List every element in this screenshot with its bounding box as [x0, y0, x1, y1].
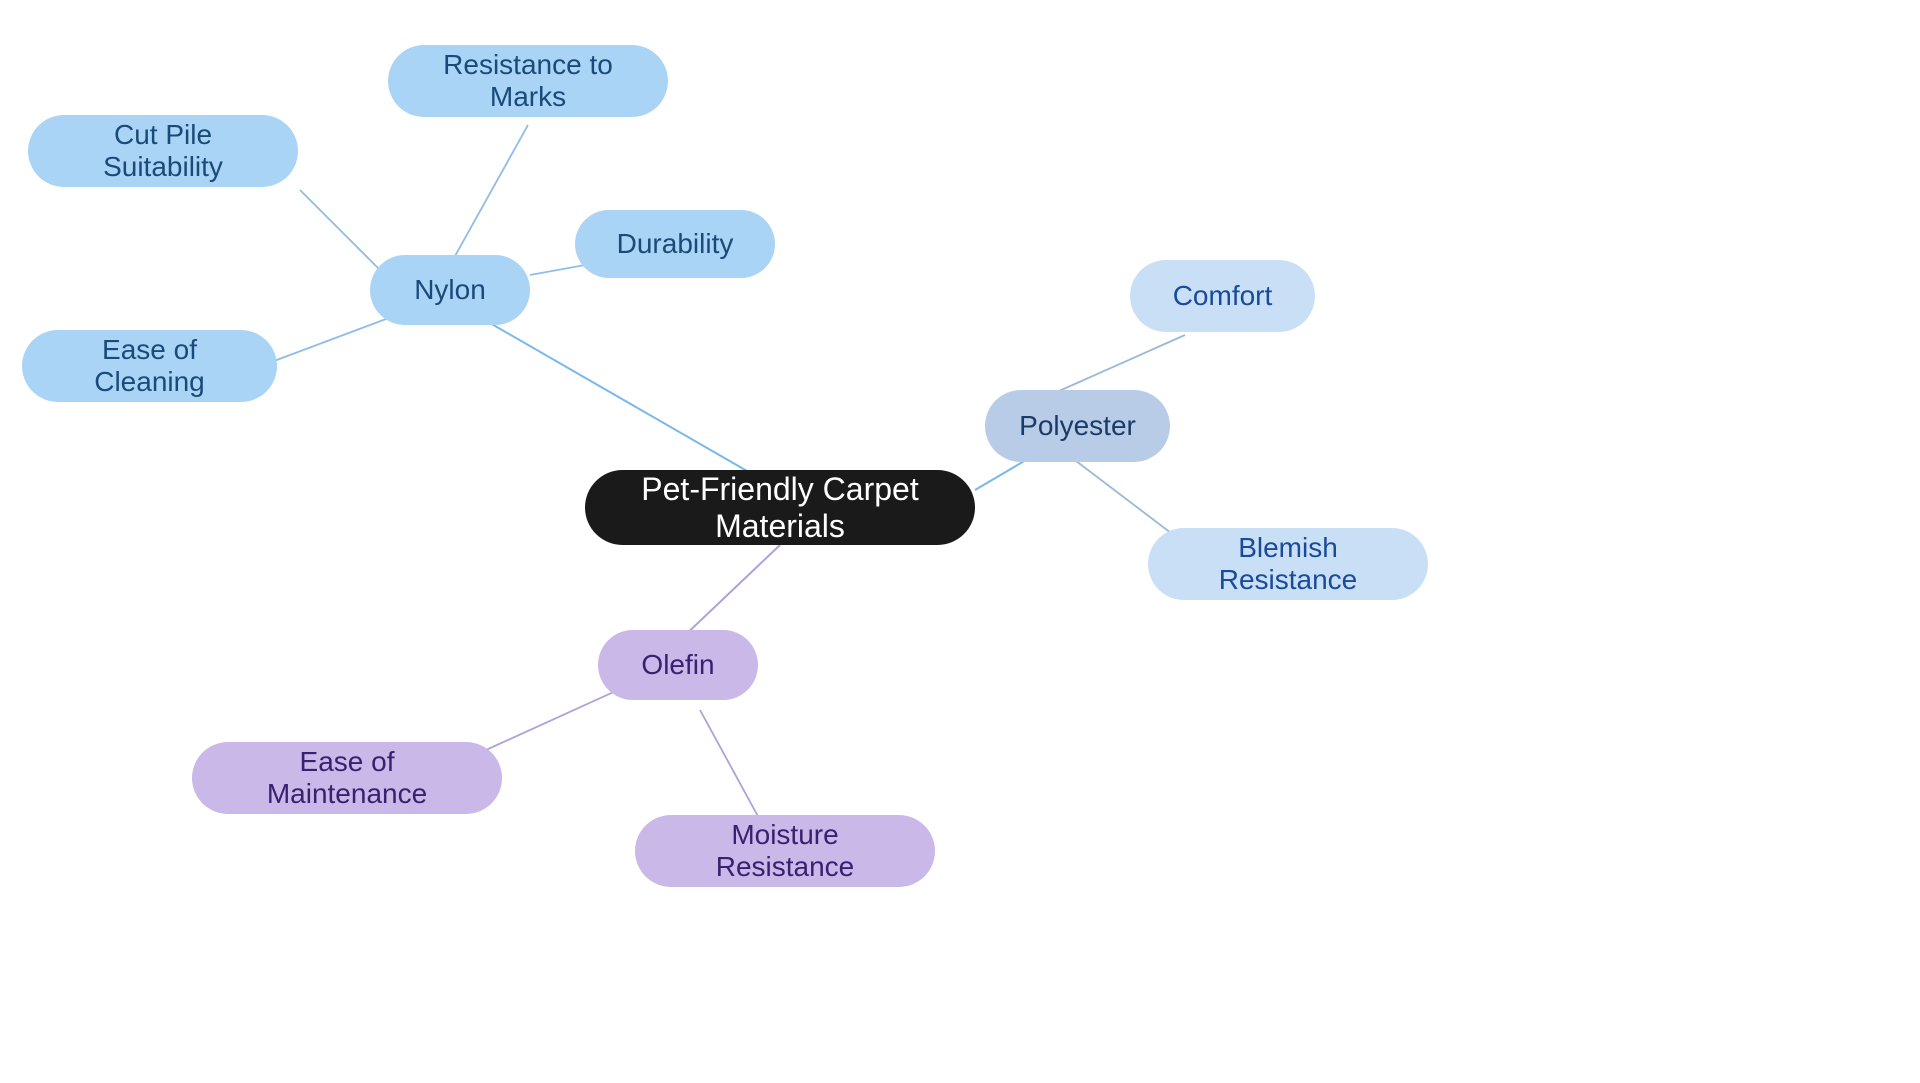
olefin-node: Olefin [598, 630, 758, 700]
ease-of-maintenance-node: Ease of Maintenance [192, 742, 502, 814]
moisture-resistance-node: Moisture Resistance [635, 815, 935, 887]
durability-node: Durability [575, 210, 775, 278]
cut-pile-suitability-node: Cut Pile Suitability [28, 115, 298, 187]
comfort-node: Comfort [1130, 260, 1315, 332]
blemish-resistance-node: Blemish Resistance [1148, 528, 1428, 600]
center-node: Pet-Friendly Carpet Materials [585, 470, 975, 545]
nylon-node: Nylon [370, 255, 530, 325]
ease-of-cleaning-node: Ease of Cleaning [22, 330, 277, 402]
polyester-node: Polyester [985, 390, 1170, 462]
resistance-to-marks-node: Resistance to Marks [388, 45, 668, 117]
